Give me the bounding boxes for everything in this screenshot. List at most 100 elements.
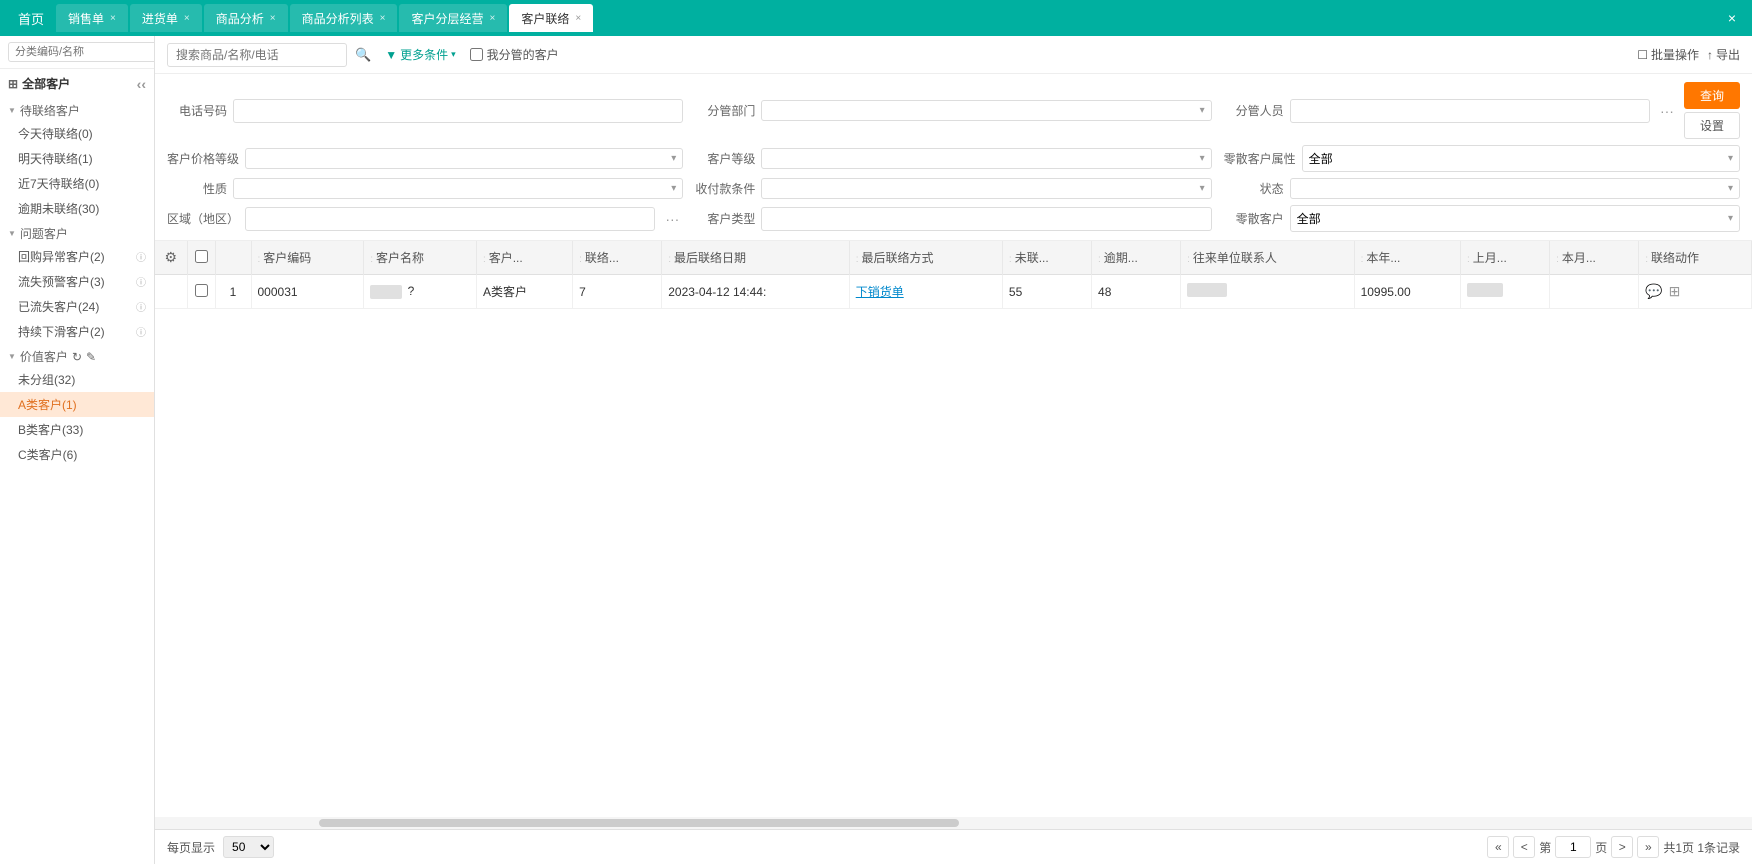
contact-person-placeholder [1187,283,1227,297]
row-last-method-link[interactable]: 下销货单 [856,285,904,299]
nav-tab-analysis[interactable]: 商品分析 × [204,4,288,32]
retail-attr-chevron-icon: ▾ [1728,153,1733,164]
sidebar-all-customers-label: 全部客户 [22,75,70,92]
sidebar-item-declining[interactable]: 持续下滑客户(2) ⓘ [0,319,154,344]
chat-action-icon[interactable]: 💬 [1645,283,1662,300]
filter-row-manager: 分管人员 ··· 查询 设置 [1224,82,1740,139]
col-header-gear: ⚙ [155,241,187,275]
sidebar-item-unclassified[interactable]: 未分组(32) [0,367,154,392]
retail-customer-chevron-icon: ▾ [1728,213,1733,224]
per-page-label: 每页显示 [167,839,215,856]
link-action-icon[interactable]: ⊞ [1669,283,1681,300]
filter-row-retail-attr: 零散客户属性 全部 ▾ [1224,145,1740,172]
nav-tab-analysis-list-label: 商品分析列表 [302,10,374,27]
status-select[interactable]: ▾ [1290,178,1740,199]
row-this-month-cell [1550,275,1639,309]
my-customers-filter: 我分管的客户 [470,46,559,63]
nav-tab-customer-contact[interactable]: 客户联络 × [509,4,593,32]
sidebar-item-7days-pending[interactable]: 近7天待联络(0) [0,171,154,196]
nav-tab-customer-contact-close[interactable]: × [575,13,581,24]
sidebar-item-abnormal-repurchase[interactable]: 回购异常客户(2) ⓘ [0,244,154,269]
nav-tab-analysis-list[interactable]: 商品分析列表 × [290,4,398,32]
close-all-tabs-button[interactable]: × [1720,10,1744,26]
row-checkbox[interactable] [195,284,208,297]
sidebar-collapse-button[interactable]: ‹‹ [137,76,146,92]
price-level-select[interactable]: ▾ [245,148,683,169]
region-input[interactable] [245,207,655,231]
sidebar-item-tomorrow-pending[interactable]: 明天待联络(1) [0,146,154,171]
nav-tab-analysis-close[interactable]: × [270,13,276,24]
nav-tab-sales-close[interactable]: × [110,13,116,24]
edit-icon[interactable]: ✎ [86,350,96,364]
batch-operation-button[interactable]: ☐ 批量操作 [1637,46,1699,63]
col-header-level: :客户... [476,241,572,275]
page-number-input[interactable] [1555,836,1591,858]
nav-tab-customer-mgmt[interactable]: 客户分层经营 × [399,4,507,32]
nav-tab-analysis-list-close[interactable]: × [380,13,386,24]
sidebar-item-overdue-pending[interactable]: 逾期未联络(30) [0,196,154,221]
col-header-checkbox [187,241,215,275]
sidebar-item-declining-label: 持续下滑客户(2) [18,323,105,340]
sidebar-group-problem[interactable]: ▼ 问题客户 [0,221,154,244]
my-customers-checkbox[interactable] [470,48,483,61]
sidebar-item-churned[interactable]: 已流失客户(24) ⓘ [0,294,154,319]
sidebar-item-churned-label: 已流失客户(24) [18,298,99,315]
filter-row-payment: 收付款条件 ▾ [695,178,1211,199]
per-page-select[interactable]: 50 100 200 [223,836,274,858]
nav-tab-customer-mgmt-close[interactable]: × [489,13,495,24]
manager-input[interactable] [1290,99,1650,123]
retail-customer-select[interactable]: 全部 ▾ [1290,205,1740,232]
scroll-thumb[interactable] [319,819,959,827]
page-total-label: 页 [1595,839,1607,856]
phone-input[interactable] [233,99,683,123]
first-page-button[interactable]: « [1487,836,1509,858]
col-header-code: :客户编码 [251,241,364,275]
info-icon-1: ⓘ [136,249,146,264]
sidebar-item-type-a[interactable]: A类客户(1) [0,392,154,417]
refresh-icon[interactable]: ↻ [72,350,82,364]
payment-select[interactable]: ▾ [761,178,1211,199]
sidebar-item-today-pending[interactable]: 今天待联络(0) [0,121,154,146]
main-layout: 🔍 ⊞ 全部客户 ‹‹ ▼ 待联络客户 今天待联络(0) 明天待联络(1) 近7… [0,36,1752,864]
sidebar-item-unclassified-label: 未分组(32) [18,371,75,388]
filter-search-icon[interactable]: 🔍 [355,47,371,63]
row-actions: 💬 ⊞ [1645,283,1745,300]
sidebar-item-type-b[interactable]: B类客户(33) [0,417,154,442]
nav-tab-sales[interactable]: 销售单 × [56,4,128,32]
sidebar-group-value[interactable]: ▼ 价值客户 ↻ ✎ [0,344,154,367]
horizontal-scrollbar[interactable] [155,817,1752,829]
nav-tab-purchase-close[interactable]: × [184,13,190,24]
my-customers-label: 我分管的客户 [487,46,559,63]
sidebar-search-input[interactable] [8,42,155,62]
region-more-icon[interactable]: ··· [661,211,683,227]
next-page-button[interactable]: > [1611,836,1633,858]
retail-customer-value: 全部 [1297,210,1321,227]
gear-settings-icon[interactable]: ⚙ [164,249,177,265]
data-table-container: ⚙ :客户编码 :客户名称 :客户... :联络... :最后联络日期 :最后联… [155,241,1752,817]
settings-button[interactable]: 设置 [1684,112,1740,139]
sidebar-item-churn-warning[interactable]: 流失预警客户(3) ⓘ [0,269,154,294]
customer-type-input[interactable] [761,207,1211,231]
last-page-button[interactable]: » [1637,836,1659,858]
sidebar-group-pending[interactable]: ▼ 待联络客户 [0,98,154,121]
prev-page-button[interactable]: < [1513,836,1535,858]
row-name-cell: ? [364,275,477,309]
nav-home[interactable]: 首页 [8,9,54,28]
sidebar-item-type-c[interactable]: C类客户(6) [0,442,154,467]
nature-label: 性质 [167,180,227,197]
nature-select[interactable]: ▾ [233,178,683,199]
data-table: ⚙ :客户编码 :客户名称 :客户... :联络... :最后联络日期 :最后联… [155,241,1752,309]
more-conditions-button[interactable]: ▼ 更多条件 ▾ [379,42,461,67]
export-button[interactable]: ↑ 导出 [1707,46,1740,63]
sidebar-all-customers[interactable]: ⊞ 全部客户 ‹‹ [0,69,154,98]
retail-attr-select[interactable]: 全部 ▾ [1302,145,1740,172]
filter-search-input[interactable] [167,43,347,67]
customer-level-select[interactable]: ▾ [761,148,1211,169]
query-button[interactable]: 查询 [1684,82,1740,109]
nav-tab-purchase[interactable]: 进货单 × [130,4,202,32]
department-select[interactable]: ▾ [761,100,1211,121]
manager-more-icon[interactable]: ··· [1656,103,1678,119]
phone-label: 电话号码 [167,102,227,119]
filter-row-status: 状态 ▾ [1224,178,1740,199]
select-all-checkbox[interactable] [195,250,208,263]
